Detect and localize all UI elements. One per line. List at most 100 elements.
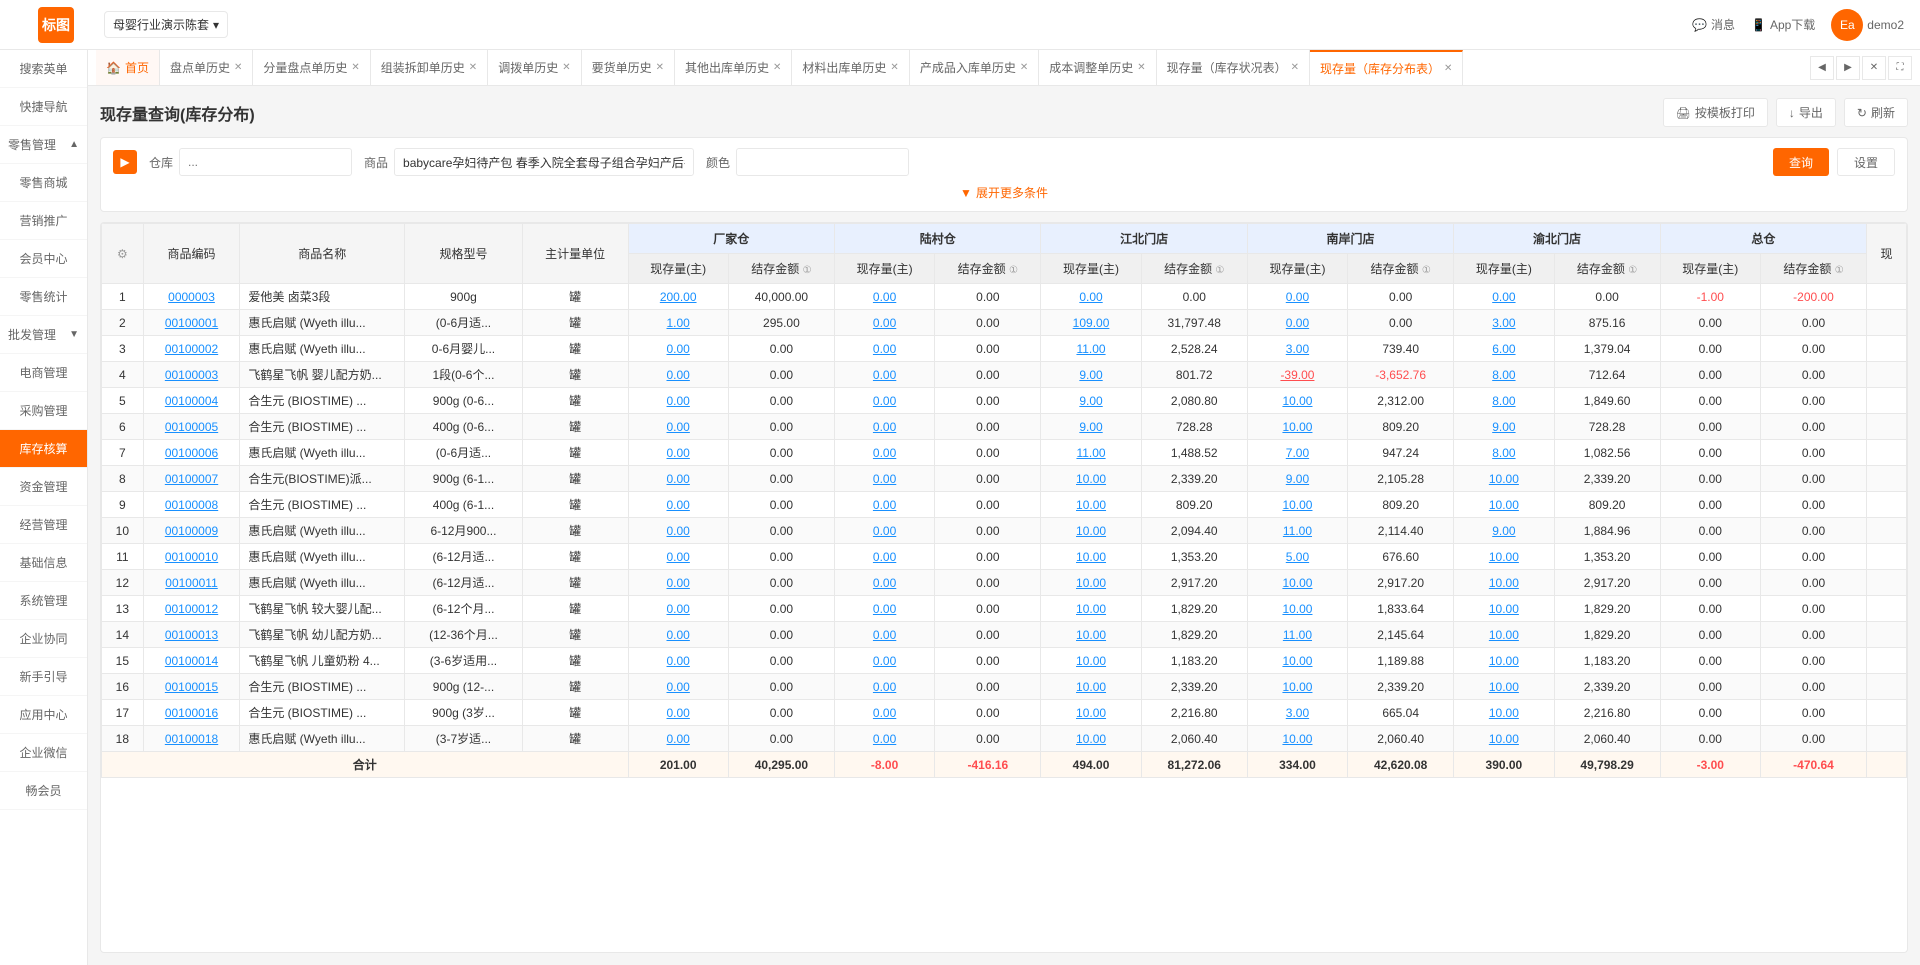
th-settings[interactable]: ⚙ xyxy=(102,224,144,284)
tab-partial-stocktake[interactable]: 分量盘点单历史 ✕ xyxy=(253,50,370,86)
th-group-total: 总仓 xyxy=(1660,224,1866,254)
summary-lucun-qty: -8.00 xyxy=(834,752,934,778)
cell-na-qty: 10.00 xyxy=(1247,596,1347,622)
sidebar-item-operations[interactable]: 经营管理 xyxy=(0,506,87,544)
cell-total-qty: 0.00 xyxy=(1660,492,1760,518)
cell-extra xyxy=(1867,700,1907,726)
filter-toggle-btn[interactable]: ▶ xyxy=(113,150,137,174)
tab-stock-status[interactable]: 现存量（库存状况表） ✕ xyxy=(1157,50,1310,86)
warehouse-filter: 仓库 xyxy=(149,148,352,176)
cell-yb-qty: 3.00 xyxy=(1454,310,1554,336)
tab-cost-adjust[interactable]: 成本调整单历史 ✕ xyxy=(1039,50,1156,86)
tab-close-icon[interactable]: ✕ xyxy=(1291,62,1299,73)
cell-yb-amt: 2,339.20 xyxy=(1554,674,1660,700)
sidebar-item-enterprise[interactable]: 企业协同 xyxy=(0,620,87,658)
tab-stock-distribution[interactable]: 现存量（库存分布表） ✕ xyxy=(1310,50,1463,86)
chevron-up-icon: ▲ xyxy=(69,139,79,150)
expand-conditions-btn[interactable]: ▼ 展开更多条件 xyxy=(960,184,1048,201)
sidebar-item-nav[interactable]: 快捷导航 xyxy=(0,88,87,126)
refresh-btn[interactable]: ↻ 刷新 xyxy=(1844,98,1908,127)
message-btn[interactable]: 💬 消息 xyxy=(1692,16,1735,33)
cell-na-qty: 11.00 xyxy=(1247,622,1347,648)
tab-finished-inbound[interactable]: 产成品入库单历史 ✕ xyxy=(910,50,1039,86)
cell-yb-amt: 728.28 xyxy=(1554,414,1660,440)
sidebar-item-inventory[interactable]: 库存核算 xyxy=(0,430,87,468)
export-btn[interactable]: ↓ 导出 xyxy=(1776,98,1836,127)
tab-material-outbound[interactable]: 材料出库单历史 ✕ xyxy=(792,50,909,86)
table-row: 10 00100009 惠氏启赋 (Wyeth illu... 6-12月900… xyxy=(102,518,1907,544)
sidebar-item-wholesale-mgmt[interactable]: 批发管理 ▼ xyxy=(0,316,87,354)
tab-close-icon[interactable]: ✕ xyxy=(562,62,570,73)
sidebar-item-retail-mgmt[interactable]: 零售管理 ▲ xyxy=(0,126,87,164)
tab-next-btn[interactable]: ▶ xyxy=(1836,56,1860,80)
sidebar-item-app-center[interactable]: 应用中心 xyxy=(0,696,87,734)
sidebar-item-retail-stats[interactable]: 零售统计 xyxy=(0,278,87,316)
color-input[interactable] xyxy=(736,148,909,176)
sidebar-item-wechat[interactable]: 企业微信 xyxy=(0,734,87,772)
top-bar-right: 💬 消息 📱 App下载 Ea demo2 xyxy=(1692,9,1904,41)
cell-factory-qty: 0.00 xyxy=(628,440,728,466)
tab-close-icon[interactable]: ✕ xyxy=(1020,62,1028,73)
warehouse-input[interactable] xyxy=(179,148,352,176)
th-na-qty: 现存量(主) xyxy=(1247,254,1347,284)
cell-total-qty: 0.00 xyxy=(1660,414,1760,440)
query-btn[interactable]: 查询 xyxy=(1773,148,1829,176)
cell-index: 4 xyxy=(102,362,144,388)
tab-close-icon[interactable]: ✕ xyxy=(351,62,359,73)
table-row: 16 00100015 合生元 (BIOSTIME) ... 900g (12-… xyxy=(102,674,1907,700)
tab-close-icon[interactable]: ✕ xyxy=(656,62,664,73)
warehouse-label: 仓库 xyxy=(149,154,173,171)
tab-close-icon[interactable]: ✕ xyxy=(773,62,781,73)
tab-close-icon[interactable]: ✕ xyxy=(1444,63,1452,74)
sidebar-item-member[interactable]: 会员中心 xyxy=(0,240,87,278)
sidebar-item-search[interactable]: 搜索英单 xyxy=(0,50,87,88)
cell-index: 2 xyxy=(102,310,144,336)
industry-selector[interactable]: 母婴行业演示陈套 ▾ xyxy=(104,11,228,38)
tab-close-icon[interactable]: ✕ xyxy=(890,62,898,73)
sidebar-item-purchase[interactable]: 采购管理 xyxy=(0,392,87,430)
tab-maximize-btn[interactable]: ⛶ xyxy=(1888,56,1912,80)
cell-jb-amt: 2,339.20 xyxy=(1141,466,1247,492)
tab-prev-btn[interactable]: ◀ xyxy=(1810,56,1834,80)
cell-total-amt: 0.00 xyxy=(1760,570,1866,596)
tab-home[interactable]: 🏠 首页 xyxy=(96,50,160,86)
cell-lucun-amt: 0.00 xyxy=(935,440,1041,466)
cell-na-amt: 665.04 xyxy=(1348,700,1454,726)
tab-requisition-history[interactable]: 要货单历史 ✕ xyxy=(582,50,675,86)
sidebar-item-retail-mall[interactable]: 零售商城 xyxy=(0,164,87,202)
sidebar-item-finance[interactable]: 资金管理 xyxy=(0,468,87,506)
sidebar-item-guide[interactable]: 新手引导 xyxy=(0,658,87,696)
sidebar-item-ecommerce[interactable]: 电商管理 xyxy=(0,354,87,392)
table-row: 2 00100001 惠氏启赋 (Wyeth illu... (0-6月适...… xyxy=(102,310,1907,336)
product-input[interactable] xyxy=(394,148,694,176)
tab-other-outbound[interactable]: 其他出库单历史 ✕ xyxy=(675,50,792,86)
cell-code: 00100016 xyxy=(143,700,240,726)
sidebar-item-chang-member[interactable]: 畅会员 xyxy=(0,772,87,810)
cell-jb-qty: 9.00 xyxy=(1041,388,1141,414)
tab-close-icon[interactable]: ✕ xyxy=(234,62,242,73)
tab-close-all-btn[interactable]: ✕ xyxy=(1862,56,1886,80)
tab-stocktake-history[interactable]: 盘点单历史 ✕ xyxy=(160,50,253,86)
table-row: 1 0000003 爱他美 卤菜3段 900g 罐 200.00 40,000.… xyxy=(102,284,1907,310)
sidebar-item-basic-info[interactable]: 基础信息 xyxy=(0,544,87,582)
table-row: 11 00100010 惠氏启赋 (Wyeth illu... (6-12月适.… xyxy=(102,544,1907,570)
cell-total-qty: 0.00 xyxy=(1660,336,1760,362)
cell-extra xyxy=(1867,622,1907,648)
tab-close-icon[interactable]: ✕ xyxy=(469,62,477,73)
tab-close-icon[interactable]: ✕ xyxy=(1137,62,1145,73)
app-download-btn[interactable]: 📱 App下载 xyxy=(1751,16,1815,33)
cell-na-amt: 2,917.20 xyxy=(1348,570,1454,596)
table-container[interactable]: ⚙ 商品编码 商品名称 规格型号 主计量单位 厂家仓 陆村仓 江北门店 南岸门店… xyxy=(100,222,1908,953)
cell-code: 00100015 xyxy=(143,674,240,700)
cell-jb-amt: 1,829.20 xyxy=(1141,622,1247,648)
table-row: 6 00100005 合生元 (BIOSTIME) ... 400g (0-6.… xyxy=(102,414,1907,440)
sidebar-item-system[interactable]: 系统管理 xyxy=(0,582,87,620)
cell-factory-amt: 0.00 xyxy=(728,700,834,726)
user-menu[interactable]: Ea demo2 xyxy=(1831,9,1904,41)
th-yb-amt: 结存金额 ① xyxy=(1554,254,1660,284)
tab-assembly-history[interactable]: 组装拆卸单历史 ✕ xyxy=(371,50,488,86)
tab-transfer-history[interactable]: 调拨单历史 ✕ xyxy=(488,50,581,86)
sidebar-item-marketing[interactable]: 营销推广 xyxy=(0,202,87,240)
print-btn[interactable]: 🖨 按模板打印 xyxy=(1663,98,1768,127)
settings-btn[interactable]: 设置 xyxy=(1837,148,1895,176)
